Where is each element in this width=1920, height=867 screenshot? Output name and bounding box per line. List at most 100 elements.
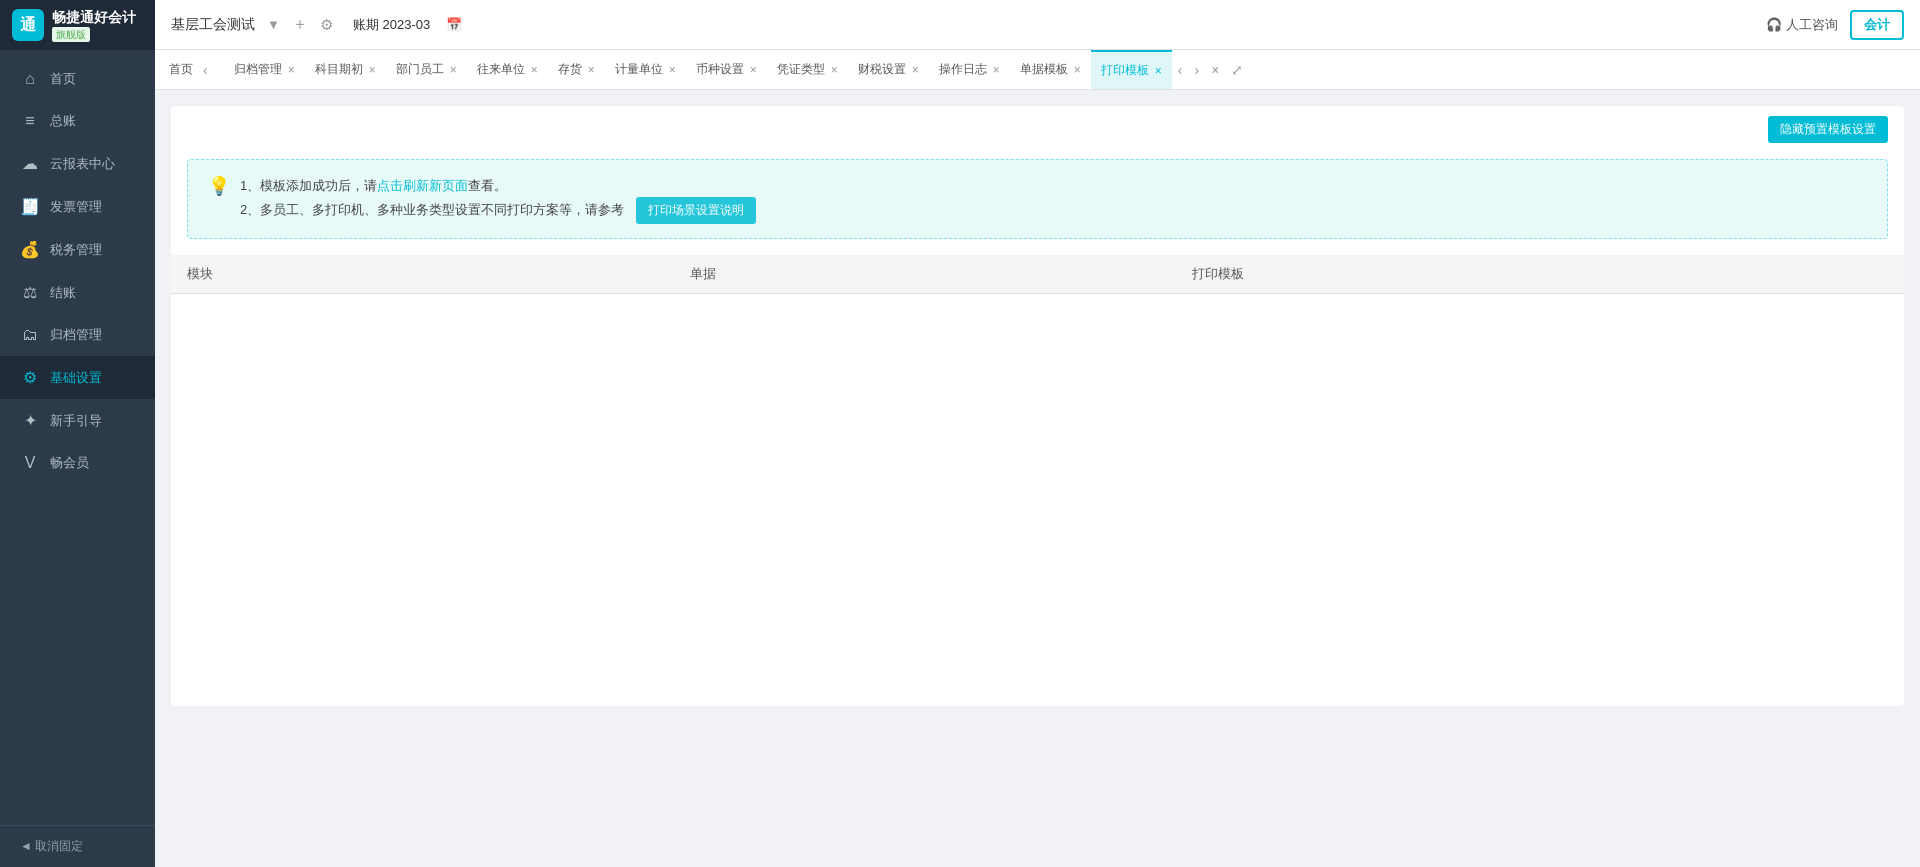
tab-subject-label: 科目期初 <box>315 61 363 78</box>
tab-close-all[interactable]: × <box>1205 50 1225 89</box>
sidebar-label-ledger: 总账 <box>50 112 76 130</box>
tab-expand[interactable]: ⤢ <box>1225 50 1249 89</box>
tab-bill-template-label: 单据模板 <box>1020 61 1068 78</box>
tab-bill-template[interactable]: 单据模板 × <box>1010 50 1091 89</box>
tab-tax-settings-label: 财税设置 <box>858 61 906 78</box>
print-template-table: 模块 单据 打印模板 <box>171 255 1904 294</box>
sidebar-item-archive[interactable]: 🗂 归档管理 <box>0 314 155 356</box>
sidebar-label-reports: 云报表中心 <box>50 155 115 173</box>
tab-scroll-left[interactable]: ‹ <box>1172 50 1189 89</box>
tab-archive-close[interactable]: × <box>288 63 295 77</box>
content-header: 隐藏预置模板设置 <box>171 106 1904 143</box>
tab-bill-template-close[interactable]: × <box>1074 63 1081 77</box>
topbar: 基层工会测试 ▼ ＋ ⚙ 账期 2023-03 📅 🎧 人工咨询 会计 <box>155 0 1920 50</box>
tab-print-template-label: 打印模板 <box>1101 62 1149 79</box>
tab-voucher-type[interactable]: 凭证类型 × <box>767 50 848 89</box>
tab-customer-label: 往来单位 <box>477 61 525 78</box>
tab-operation-log-close[interactable]: × <box>993 63 1000 77</box>
sidebar-label-home: 首页 <box>50 70 76 88</box>
sidebar-nav: ⌂ 首页 ≡ 总账 ☁ 云报表中心 🧾 发票管理 💰 税务管理 ⚖ 结账 🗂 归… <box>0 50 155 825</box>
service-button[interactable]: 🎧 人工咨询 <box>1766 16 1838 34</box>
content-panel: 隐藏预置模板设置 💡 1、模板添加成功后，请点击刷新新页面查看。 2、多员工、多… <box>171 106 1904 706</box>
sidebar-item-tax[interactable]: 💰 税务管理 <box>0 228 155 271</box>
sidebar-item-home[interactable]: ⌂ 首页 <box>0 58 155 100</box>
sidebar-item-ledger[interactable]: ≡ 总账 <box>0 100 155 142</box>
logo-icon: 通 <box>12 9 44 41</box>
tab-department-close[interactable]: × <box>450 63 457 77</box>
tab-department[interactable]: 部门员工 × <box>386 50 467 89</box>
sidebar-item-settings[interactable]: ⚙ 基础设置 <box>0 356 155 399</box>
tab-subject[interactable]: 科目期初 × <box>305 50 386 89</box>
logo-sub-text: 旗舰版 <box>52 27 90 42</box>
notice-content: 1、模板添加成功后，请点击刷新新页面查看。 2、多员工、多打印机、多种业务类型设… <box>240 174 1867 224</box>
tab-inventory-label: 存货 <box>558 61 582 78</box>
tab-archive-label: 归档管理 <box>234 61 282 78</box>
tab-archive[interactable]: 归档管理 × <box>224 50 305 89</box>
content-area: 隐藏预置模板设置 💡 1、模板添加成功后，请点击刷新新页面查看。 2、多员工、多… <box>155 90 1920 867</box>
settlement-icon: ⚖ <box>20 283 40 302</box>
tab-customer[interactable]: 往来单位 × <box>467 50 548 89</box>
tab-voucher-type-close[interactable]: × <box>831 63 838 77</box>
tax-icon: 💰 <box>20 240 40 259</box>
tabbar: 首页 ‹ 归档管理 × 科目期初 × 部门员工 × 往来单位 × 存货 × 计量… <box>155 50 1920 90</box>
calendar-icon[interactable]: 📅 <box>446 17 462 32</box>
settings-gear-icon[interactable]: ⚙ <box>320 16 333 34</box>
sidebar-label-archive: 归档管理 <box>50 326 102 344</box>
tab-currency[interactable]: 币种设置 × <box>686 50 767 89</box>
tab-tax-settings-close[interactable]: × <box>912 63 919 77</box>
tab-print-template-close[interactable]: × <box>1155 64 1162 78</box>
account-type-button[interactable]: 会计 <box>1850 10 1904 40</box>
tab-inventory[interactable]: 存货 × <box>548 50 605 89</box>
sidebar-item-vip[interactable]: V 畅会员 <box>0 442 155 484</box>
invoice-icon: 🧾 <box>20 197 40 216</box>
period-value: 2023-03 <box>383 17 431 32</box>
sidebar-item-invoice[interactable]: 🧾 发票管理 <box>0 185 155 228</box>
sidebar-label-tax: 税务管理 <box>50 241 102 259</box>
sidebar-item-settlement[interactable]: ⚖ 结账 <box>0 271 155 314</box>
tab-voucher-type-label: 凭证类型 <box>777 61 825 78</box>
tab-customer-close[interactable]: × <box>531 63 538 77</box>
tab-inventory-close[interactable]: × <box>588 63 595 77</box>
refresh-link[interactable]: 点击刷新新页面 <box>377 178 468 193</box>
guide-icon: ✦ <box>20 411 40 430</box>
notice-line2: 2、多员工、多打印机、多种业务类型设置不同打印方案等，请参考 打印场景设置说明 <box>240 197 1867 224</box>
ledger-icon: ≡ <box>20 112 40 130</box>
dropdown-arrow-icon[interactable]: ▼ <box>267 17 280 32</box>
tab-home-label: 首页 <box>169 61 193 78</box>
tab-unit-close[interactable]: × <box>669 63 676 77</box>
tab-tax-settings[interactable]: 财税设置 × <box>848 50 929 89</box>
tab-unit[interactable]: 计量单位 × <box>605 50 686 89</box>
tab-operation-log[interactable]: 操作日志 × <box>929 50 1010 89</box>
tab-scroll-right[interactable]: › <box>1189 50 1206 89</box>
tab-subject-close[interactable]: × <box>369 63 376 77</box>
lightbulb-icon: 💡 <box>208 175 230 197</box>
sidebar-unpin-button[interactable]: ◄ 取消固定 <box>0 825 155 867</box>
tab-unit-label: 计量单位 <box>615 61 663 78</box>
tab-home[interactable]: 首页 ‹ <box>159 50 224 89</box>
vip-icon: V <box>20 454 40 472</box>
company-name: 基层工会测试 <box>171 16 255 34</box>
tab-currency-close[interactable]: × <box>750 63 757 77</box>
sidebar-label-vip: 畅会员 <box>50 454 89 472</box>
unpin-label: ◄ 取消固定 <box>20 838 83 855</box>
table-header-module: 模块 <box>171 255 674 294</box>
add-tab-icon[interactable]: ＋ <box>292 14 308 35</box>
service-label: 人工咨询 <box>1786 16 1838 34</box>
sidebar-item-guide[interactable]: ✦ 新手引导 <box>0 399 155 442</box>
table-header-bill: 单据 <box>674 255 1177 294</box>
sidebar-item-reports[interactable]: ☁ 云报表中心 <box>0 142 155 185</box>
main-area: 基层工会测试 ▼ ＋ ⚙ 账期 2023-03 📅 🎧 人工咨询 会计 首页 ‹… <box>155 0 1920 867</box>
hide-template-button[interactable]: 隐藏预置模板设置 <box>1768 116 1888 143</box>
sidebar-label-invoice: 发票管理 <box>50 198 102 216</box>
tab-print-template[interactable]: 打印模板 × <box>1091 50 1172 89</box>
archive-icon: 🗂 <box>20 326 40 344</box>
settings-icon: ⚙ <box>20 368 40 387</box>
sidebar: 通 畅捷通好会计 旗舰版 ⌂ 首页 ≡ 总账 ☁ 云报表中心 🧾 发票管理 💰 … <box>0 0 155 867</box>
period-label: 账期 2023-03 <box>353 16 430 34</box>
print-scene-btn[interactable]: 打印场景设置说明 <box>636 197 756 224</box>
tab-currency-label: 币种设置 <box>696 61 744 78</box>
sidebar-label-guide: 新手引导 <box>50 412 102 430</box>
tab-nav-back[interactable]: ‹ <box>197 62 214 78</box>
home-icon: ⌂ <box>20 70 40 88</box>
table-header-print-template: 打印模板 <box>1176 255 1904 294</box>
